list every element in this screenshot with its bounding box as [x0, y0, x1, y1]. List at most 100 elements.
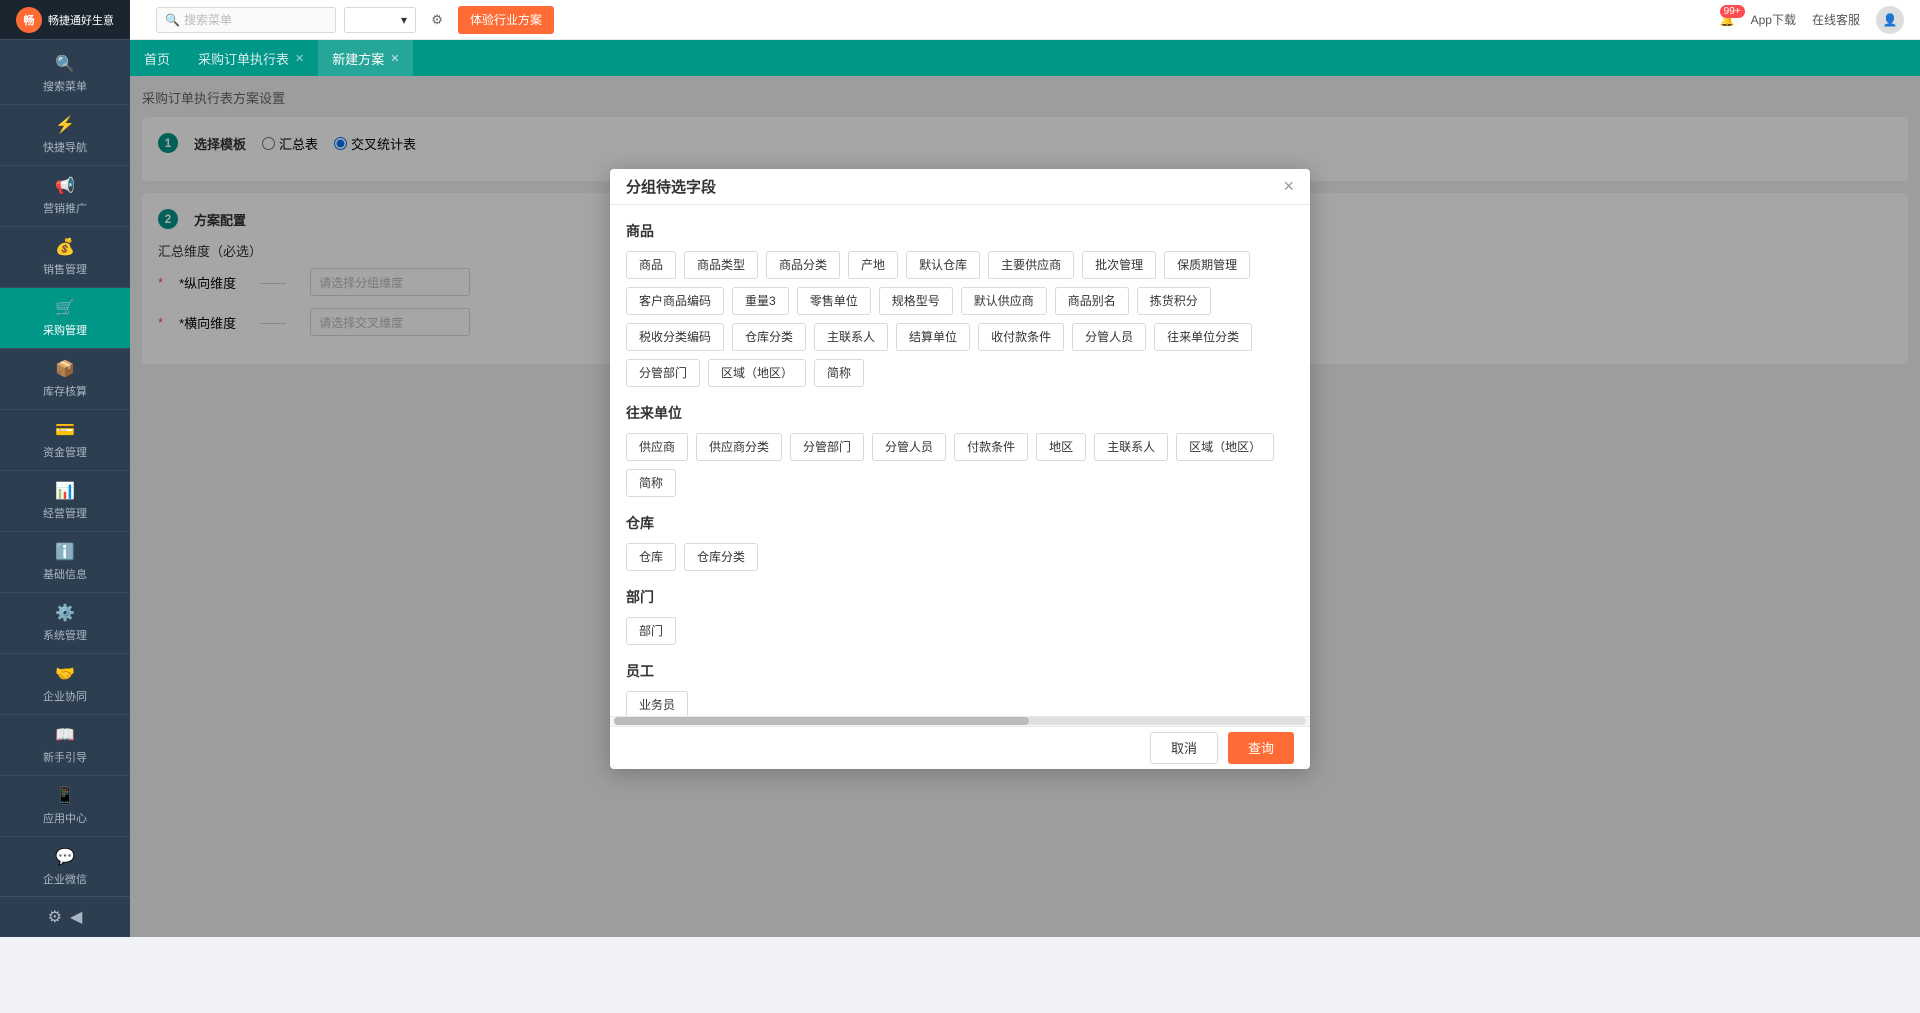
- sidebar-logo: 畅 畅捷通好生意: [0, 0, 130, 40]
- experience-button[interactable]: 体验行业方案: [458, 6, 554, 34]
- header-search-box[interactable]: 🔍 搜索菜单: [156, 7, 336, 33]
- field-tag-0-23[interactable]: 区域（地区）: [708, 359, 806, 387]
- sidebar-item-采购管理[interactable]: 🛒采购管理: [0, 288, 130, 349]
- sidebar-item-库存核算[interactable]: 📦 库存核算: [0, 349, 130, 410]
- scrollbar-thumb[interactable]: [614, 717, 1029, 725]
- settings-icon[interactable]: ⚙: [48, 907, 62, 927]
- field-tag-0-15[interactable]: 税收分类编码: [626, 323, 724, 351]
- sidebar-item-销售管理[interactable]: 💰销售管理: [0, 227, 130, 288]
- field-tag-1-8[interactable]: 简称: [626, 469, 676, 497]
- notification-bell[interactable]: 🔔 99+: [1720, 13, 1735, 27]
- field-select-modal: 分组待选字段 × 商品商品商品类型商品分类产地默认仓库主要供应商批次管理保质期管…: [610, 169, 1310, 769]
- sidebar-item-新手引导[interactable]: 📖新手引导: [0, 715, 130, 776]
- field-tag-0-10[interactable]: 零售单位: [797, 287, 871, 315]
- modal-close-button[interactable]: ×: [1283, 177, 1294, 195]
- field-tag-0-13[interactable]: 商品别名: [1055, 287, 1129, 315]
- field-tag-0-1[interactable]: 商品类型: [684, 251, 758, 279]
- field-tag-0-11[interactable]: 规格型号: [879, 287, 953, 315]
- sidebar-icon-10: 🤝: [55, 664, 75, 684]
- sidebar-item-快捷导航[interactable]: ⚡快捷导航: [0, 105, 130, 166]
- field-tag-0-24[interactable]: 简称: [814, 359, 864, 387]
- sidebar-icon-6: 💳: [55, 420, 75, 440]
- field-tag-0-18[interactable]: 结算单位: [896, 323, 970, 351]
- sidebar-item-搜索菜单[interactable]: 🔍搜索菜单: [0, 44, 130, 105]
- field-tag-0-9[interactable]: 重量3: [732, 287, 789, 315]
- sidebar-icon-0: 🔍: [55, 54, 75, 74]
- sidebar-item-系统管理[interactable]: ⚙️系统管理: [0, 593, 130, 654]
- field-tag-0-14[interactable]: 拣货积分: [1137, 287, 1211, 315]
- field-tag-0-0[interactable]: 商品: [626, 251, 676, 279]
- sidebar-label-10: 企业协同: [43, 688, 87, 704]
- field-tag-0-16[interactable]: 仓库分类: [732, 323, 806, 351]
- nav-tabs: 首页采购订单执行表✕新建方案✕: [0, 40, 1920, 76]
- field-tag-1-3[interactable]: 分管人员: [872, 433, 946, 461]
- field-tag-2-0[interactable]: 仓库: [626, 543, 676, 571]
- field-tags-1: 供应商供应商分类分管部门分管人员付款条件地区主联系人区域（地区） 简称: [626, 433, 1294, 497]
- section-title-0: 商品: [626, 221, 1294, 241]
- field-tag-4-0[interactable]: 业务员: [626, 691, 688, 716]
- field-tag-0-7[interactable]: 保质期管理: [1164, 251, 1250, 279]
- online-service-link[interactable]: 在线客服: [1812, 11, 1860, 28]
- nav-tab-close-2[interactable]: ✕: [390, 52, 399, 65]
- field-tag-0-17[interactable]: 主联系人: [814, 323, 888, 351]
- sidebar-label-5: 库存核算: [43, 383, 87, 399]
- nav-tab-0[interactable]: 首页: [130, 40, 184, 76]
- sidebar-icon-9: ⚙️: [55, 603, 75, 623]
- header-dropdown[interactable]: 下拉选项 ▾: [344, 7, 416, 33]
- nav-tab-label-0: 首页: [144, 49, 170, 68]
- app-download-link[interactable]: App下载: [1751, 11, 1796, 28]
- sidebar: 畅 畅捷通好生意 🔍搜索菜单⚡快捷导航📢营销推广💰销售管理🛒采购管理 📦 库存核算 💳…: [0, 0, 130, 937]
- confirm-button[interactable]: 查询: [1228, 732, 1294, 764]
- nav-tab-close-1[interactable]: ✕: [295, 52, 304, 65]
- collapse-icon[interactable]: ◀: [70, 907, 82, 927]
- field-section-部门: 部门部门: [626, 587, 1294, 645]
- field-tag-1-0[interactable]: 供应商: [626, 433, 688, 461]
- sidebar-icon-5: 📦: [55, 359, 75, 379]
- nav-tab-2[interactable]: 新建方案✕: [318, 40, 413, 76]
- field-tag-0-2[interactable]: 商品分类: [766, 251, 840, 279]
- field-tag-0-12[interactable]: 默认供应商: [961, 287, 1047, 315]
- cancel-button[interactable]: 取消: [1150, 732, 1218, 764]
- field-tag-0-3[interactable]: 产地: [848, 251, 898, 279]
- sidebar-label-2: 营销推广: [43, 200, 87, 216]
- field-tag-1-2[interactable]: 分管部门: [790, 433, 864, 461]
- sidebar-item-营销推广[interactable]: 📢营销推广: [0, 166, 130, 227]
- field-tag-0-21[interactable]: 往来单位分类: [1154, 323, 1252, 351]
- sidebar-item-资金管理[interactable]: 💳资金管理: [0, 410, 130, 471]
- field-tags-2: 仓库仓库分类: [626, 543, 1294, 571]
- sidebar-icon-3: 💰: [55, 237, 75, 257]
- field-tags-0: 商品商品类型商品分类产地默认仓库主要供应商批次管理保质期管理客户商品编码重量3 零…: [626, 251, 1294, 387]
- sidebar-bottom: ⚙ ◀: [0, 896, 130, 937]
- sidebar-item-基础信息[interactable]: ℹ️基础信息: [0, 532, 130, 593]
- field-tag-2-1[interactable]: 仓库分类: [684, 543, 758, 571]
- sidebar-item-应用中心[interactable]: 📱应用中心: [0, 776, 130, 837]
- field-tag-0-6[interactable]: 批次管理: [1082, 251, 1156, 279]
- field-tag-0-19[interactable]: 收付款条件: [978, 323, 1064, 351]
- field-tag-0-20[interactable]: 分管人员: [1072, 323, 1146, 351]
- avatar[interactable]: 👤: [1876, 6, 1904, 34]
- sidebar-item-企业协同[interactable]: 🤝 企业协同: [0, 654, 130, 715]
- sidebar-label-13: 企业微信: [43, 871, 87, 887]
- field-tag-1-7[interactable]: 区域（地区）: [1176, 433, 1274, 461]
- field-tag-0-22[interactable]: 分管部门: [626, 359, 700, 387]
- sidebar-item-企业微信[interactable]: 💬 企业微信: [0, 837, 130, 896]
- field-section-仓库: 仓库仓库仓库分类: [626, 513, 1294, 571]
- nav-tab-1[interactable]: 采购订单执行表 ✕: [184, 40, 318, 76]
- nav-tab-label-1: 采购订单执行表: [198, 49, 289, 68]
- field-tag-1-5[interactable]: 地区: [1036, 433, 1086, 461]
- field-tag-1-1[interactable]: 供应商分类: [696, 433, 782, 461]
- scrollbar-track: [614, 717, 1306, 725]
- field-tag-1-6[interactable]: 主联系人: [1094, 433, 1168, 461]
- field-tag-3-0[interactable]: 部门: [626, 617, 676, 645]
- section-title-3: 部门: [626, 587, 1294, 607]
- field-tag-0-5[interactable]: 主要供应商: [988, 251, 1074, 279]
- sidebar-icon-11: 📖: [55, 725, 75, 745]
- field-tag-0-8[interactable]: 客户商品编码: [626, 287, 724, 315]
- modal-header: 分组待选字段 ×: [610, 169, 1310, 205]
- field-tag-1-4[interactable]: 付款条件: [954, 433, 1028, 461]
- sidebar-item-经营管理[interactable]: 📊经营管理: [0, 471, 130, 532]
- gear-button[interactable]: ⚙: [424, 7, 450, 33]
- sidebar-icon-13: 💬: [55, 847, 75, 867]
- field-tags-4: 业务员: [626, 691, 1294, 716]
- field-tag-0-4[interactable]: 默认仓库: [906, 251, 980, 279]
